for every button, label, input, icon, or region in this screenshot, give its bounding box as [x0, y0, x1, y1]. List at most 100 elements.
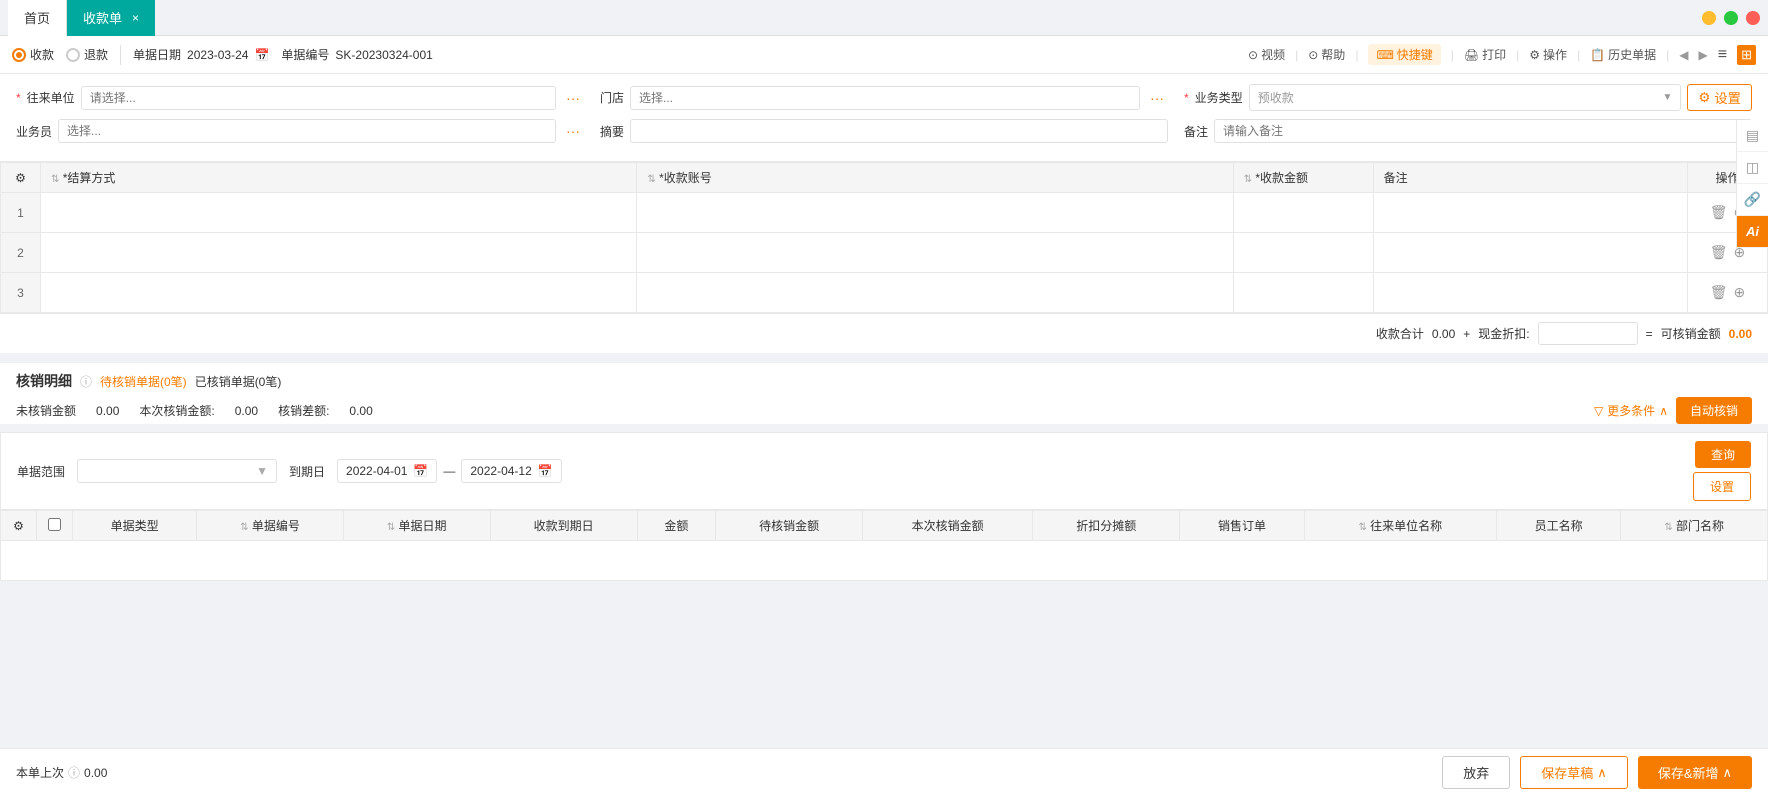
business-type-select[interactable]: 预收款 ▼ [1249, 84, 1682, 111]
col-account-header: ⇅ *收款账号 [637, 163, 1233, 193]
col-settlement-header: ⇅ *结算方式 [41, 163, 637, 193]
total-label: 收款合计 [1376, 325, 1424, 342]
auto-verify-button[interactable]: 自动核销 [1676, 397, 1752, 424]
note-input[interactable] [1214, 119, 1752, 143]
tab-home[interactable]: 首页 [8, 0, 67, 36]
store-more-btn[interactable]: ··· [1146, 90, 1168, 106]
form-row-1: * 往来单位 ··· 门店 ··· * 业务类型 预收款 ▼ ⚙ 设置 [16, 84, 1752, 111]
salesperson-input[interactable] [58, 119, 556, 143]
date-from-value: 2022-04-01 [346, 464, 407, 478]
bottom-info-icon[interactable]: ⓘ [68, 764, 80, 781]
close-button[interactable] [1746, 11, 1760, 25]
minimize-button[interactable] [1702, 11, 1716, 25]
row-3-settlement[interactable] [41, 273, 637, 313]
layout-list[interactable]: ≡ [1718, 46, 1727, 64]
operation-link[interactable]: ⚙ 操作 [1529, 46, 1567, 63]
verif-info-icon[interactable]: ⓘ [80, 373, 92, 390]
calendar-icon[interactable]: 📅 [254, 48, 269, 62]
nav-next[interactable]: ▶ [1699, 48, 1708, 62]
maximize-button[interactable] [1724, 11, 1738, 25]
bottom-col-checkbox[interactable] [37, 511, 73, 541]
store-input[interactable] [630, 86, 1140, 110]
counterpart-more-btn[interactable]: ··· [562, 90, 584, 106]
bottom-bar: 本单上次 ⓘ 0.00 放弃 保存草稿 ∧ 保存&新增 ∧ [0, 748, 1768, 796]
row-2-amount[interactable] [1233, 233, 1373, 273]
delete-icon-r3[interactable]: 🗑 [1710, 284, 1728, 301]
unverified-value: 0.00 [96, 404, 119, 418]
row-index-3: 3 [1, 273, 41, 313]
bottom-col-sales: 销售订单 [1180, 511, 1304, 541]
row-1-note[interactable] [1373, 193, 1687, 233]
row-3-amount[interactable] [1233, 273, 1373, 313]
row-3-note[interactable] [1373, 273, 1687, 313]
range-select[interactable]: ▼ [77, 459, 277, 483]
table-row: 3 🗑 ⊕ [1, 273, 1768, 313]
bottom-value: 0.00 [84, 766, 107, 780]
calendar-icon-to: 📅 [538, 464, 553, 478]
discount-input[interactable] [1538, 322, 1638, 345]
row-2-note[interactable] [1373, 233, 1687, 273]
more-conditions-btn[interactable]: ▽ 更多条件 ∧ [1594, 402, 1668, 419]
summary-input[interactable] [630, 119, 1168, 143]
copy-icon-r3[interactable]: ⊕ [1734, 284, 1746, 301]
radio-receipt-dot [12, 48, 26, 62]
plus-sign: + [1463, 327, 1470, 341]
print-link[interactable]: 🖨 打印 [1464, 46, 1506, 63]
save-draft-button[interactable]: 保存草稿 ∧ [1520, 756, 1628, 789]
delete-icon-r1[interactable]: 🗑 [1710, 204, 1728, 221]
col-settings-header[interactable]: ⚙ [1, 163, 41, 193]
date-from-input[interactable]: 2022-04-01 📅 [337, 459, 437, 483]
tab-close-icon[interactable]: × [132, 11, 139, 25]
counterpart-label: 往来单位 [27, 89, 75, 106]
row-1-account[interactable] [637, 193, 1233, 233]
radio-refund[interactable]: 退款 [66, 46, 108, 63]
done-tab[interactable]: 已核销单据(0笔) [195, 373, 282, 390]
video-icon: ⊙ [1248, 48, 1258, 62]
setting-button[interactable]: ⚙ 设置 [1687, 84, 1752, 111]
row-2-settlement[interactable] [41, 233, 637, 273]
pending-tab[interactable]: 待核销单据(0笔) [100, 373, 187, 390]
shortcut-link[interactable]: ⌨ 快捷键 [1368, 44, 1440, 65]
delete-icon-r2[interactable]: 🗑 [1710, 244, 1728, 261]
layout-grid[interactable]: ⊞ [1737, 45, 1756, 65]
sidebar-icon-2[interactable]: ◫ [1737, 152, 1768, 184]
row-1-amount[interactable] [1233, 193, 1373, 233]
select-all-checkbox[interactable] [48, 518, 61, 531]
discount-label: 现金折扣: [1478, 325, 1529, 342]
range-label: 单据范围 [17, 463, 65, 480]
gear-icon: ⚙ [1698, 90, 1710, 106]
sidebar-icon-1[interactable]: ▤ [1737, 120, 1768, 152]
help-link[interactable]: ⊙ 帮助 [1308, 46, 1345, 63]
receipt-table-container: ⚙ ⇅ *结算方式 ⇅ *收款账号 ⇅ *收款金额 备注 [0, 162, 1768, 313]
video-link[interactable]: ⊙ 视频 [1248, 46, 1285, 63]
salesperson-more-btn[interactable]: ··· [562, 123, 584, 139]
diff-value: 0.00 [349, 404, 372, 418]
bottom-col-settings[interactable]: ⚙ [1, 511, 37, 541]
history-link[interactable]: 📋 历史单据 [1590, 46, 1656, 63]
row-index-1: 1 [1, 193, 41, 233]
save-new-button[interactable]: 保存&新增 ∧ [1638, 756, 1752, 789]
table-row: 2 🗑 ⊕ [1, 233, 1768, 273]
verif-stats: 未核销金额 0.00 本次核销金额: 0.00 核销差额: 0.00 ▽ 更多条… [16, 397, 1752, 424]
row-1-settlement[interactable] [41, 193, 637, 233]
row-2-account[interactable] [637, 233, 1233, 273]
verification-header: 核销明细 ⓘ 待核销单据(0笔) 已核销单据(0笔) 未核销金额 0.00 本次… [0, 363, 1768, 424]
draft-arrow-icon: ∧ [1597, 765, 1607, 781]
sidebar-icon-4[interactable]: Ai [1737, 216, 1768, 248]
query-button[interactable]: 查询 [1695, 441, 1751, 468]
sidebar-icon-3[interactable]: 🔗 [1737, 184, 1768, 216]
filter-setting-button[interactable]: 设置 [1693, 472, 1751, 501]
counterpart-input[interactable] [81, 86, 556, 110]
business-type-value: 预收款 [1258, 89, 1659, 106]
window-controls [1702, 11, 1760, 25]
radio-receipt[interactable]: 收款 [12, 46, 54, 63]
tab-receipt[interactable]: 收款单 × [67, 0, 155, 36]
help-icon: ⊙ [1308, 48, 1318, 62]
row-3-account[interactable] [637, 273, 1233, 313]
nav-prev[interactable]: ◀ [1679, 48, 1688, 62]
date-to-input[interactable]: 2022-04-12 📅 [461, 459, 561, 483]
date-label: 单据日期 [133, 46, 181, 63]
bottom-table-empty-row [1, 541, 1768, 581]
tab-receipt-label: 收款单 [83, 8, 122, 27]
abandon-button[interactable]: 放弃 [1442, 756, 1510, 789]
